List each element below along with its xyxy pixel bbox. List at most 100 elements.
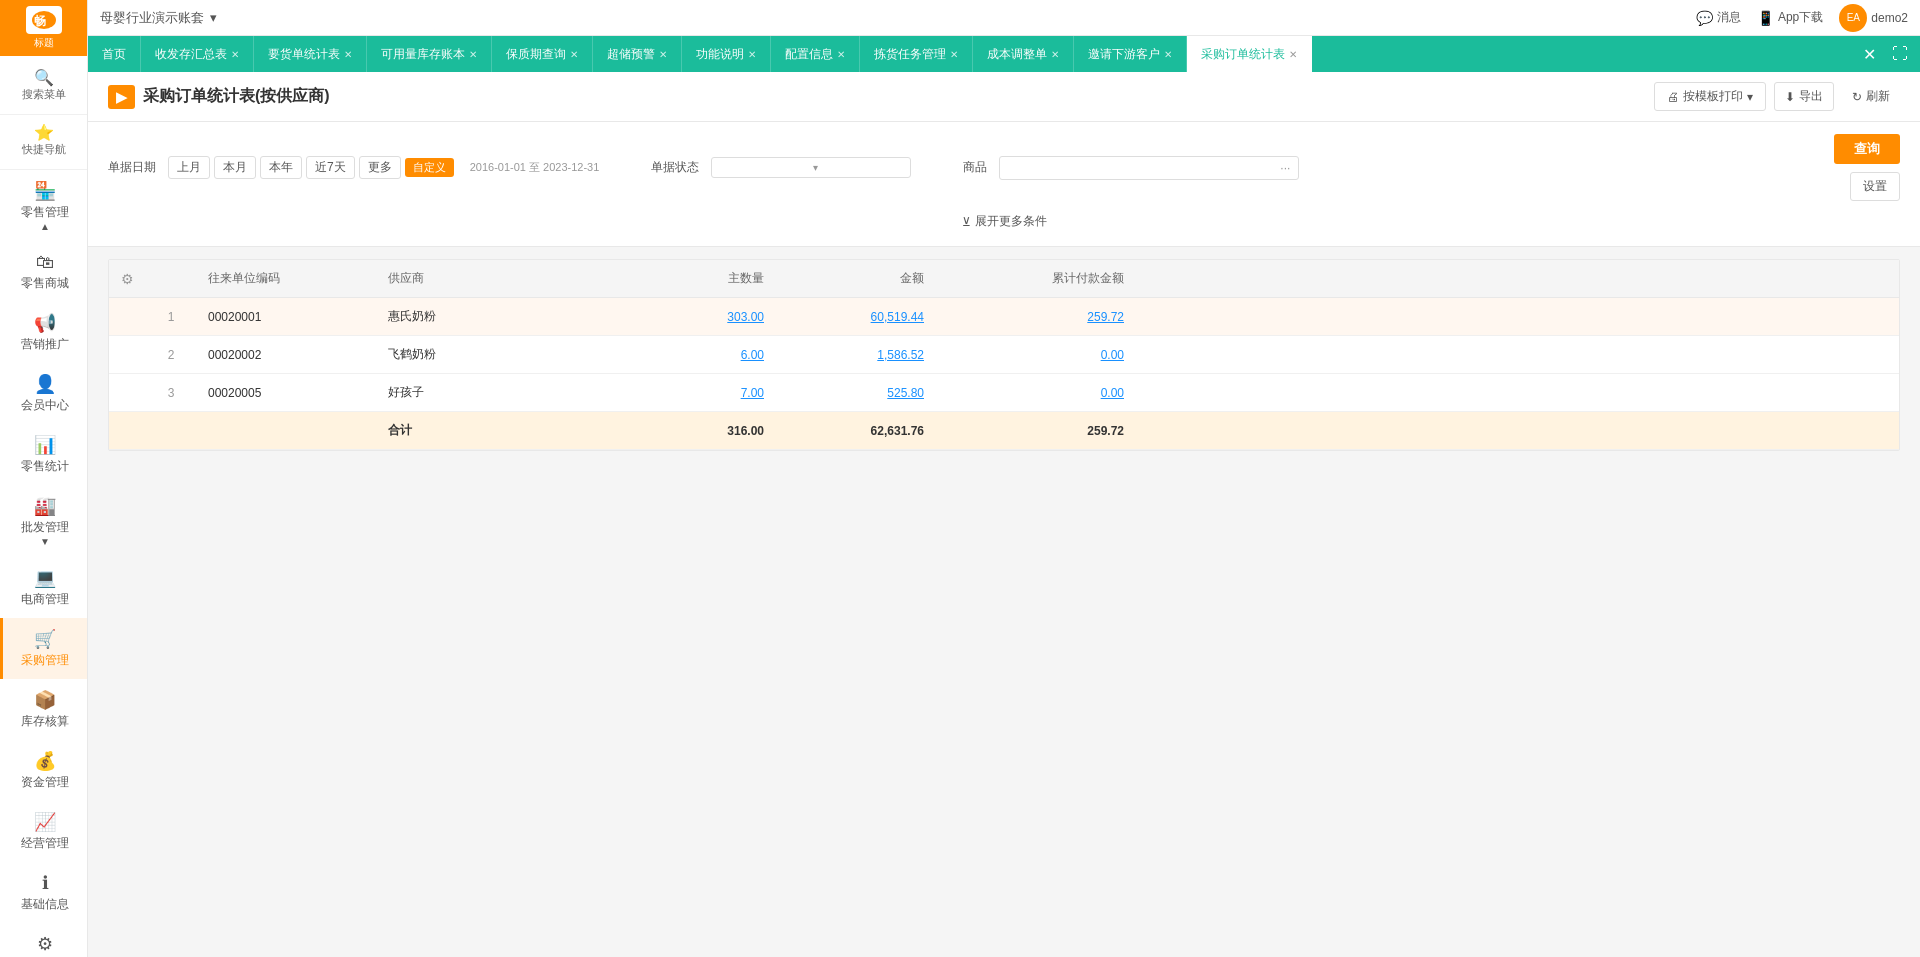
cell-amount[interactable]: 1,586.52: [776, 336, 936, 374]
tab-close-icon[interactable]: ✕: [1164, 49, 1172, 60]
shortcut-this-year[interactable]: 本年: [260, 156, 302, 179]
sidebar-item-wholesale[interactable]: 🏭 批发管理 ▼: [0, 485, 87, 557]
tab-purchase-order-stats[interactable]: 采购订单统计表 ✕: [1187, 36, 1312, 72]
shortcut-this-month[interactable]: 本月: [214, 156, 256, 179]
tab-collect-pay[interactable]: 收发存汇总表 ✕: [141, 36, 254, 72]
tab-function-desc[interactable]: 功能说明 ✕: [682, 36, 771, 72]
tab-inventory-book[interactable]: 可用量库存账本 ✕: [367, 36, 492, 72]
tab-close-icon[interactable]: ✕: [837, 49, 845, 60]
tab-close-icon[interactable]: ✕: [748, 49, 756, 60]
app-download-button[interactable]: 📱 App下载: [1757, 9, 1823, 26]
sidebar-item-label: 零售商城: [21, 275, 69, 292]
cell-gear: [109, 298, 146, 336]
cell-paid[interactable]: 0.00: [936, 374, 1136, 412]
topbar-dropdown-icon[interactable]: ▾: [210, 10, 217, 25]
tab-purchase-stats[interactable]: 要货单统计表 ✕: [254, 36, 367, 72]
col-supplier-name: 供应商: [376, 260, 616, 298]
user-menu-button[interactable]: EA demo2: [1839, 4, 1908, 32]
tab-home[interactable]: 首页: [88, 36, 141, 72]
sidebar-item-label: 批发管理: [21, 519, 69, 536]
search-menu-button[interactable]: 🔍 搜索菜单: [6, 64, 81, 106]
goods-filter-label: 商品: [963, 159, 987, 176]
sidebar-item-inventory[interactable]: 📦 库存核算: [0, 679, 87, 740]
tab-close-icon[interactable]: ✕: [570, 49, 578, 60]
tab-close-icon[interactable]: ✕: [659, 49, 667, 60]
goods-input-more-icon[interactable]: ···: [1280, 161, 1290, 175]
export-button[interactable]: ⬇ 导出: [1774, 82, 1834, 111]
sidebar-nav: 🏪 零售管理 ▲ 🛍 零售商城 📢 营销推广 👤 会员中心 📊 零售统计 🏭 批…: [0, 170, 87, 957]
message-button[interactable]: 💬 消息: [1696, 9, 1741, 26]
topbar-left: 母婴行业演示账套 ▾: [100, 9, 1696, 27]
tab-invite-downstream[interactable]: 邀请下游客户 ✕: [1074, 36, 1187, 72]
page-header: ▶ 采购订单统计表(按供应商) 🖨 按模板打印 ▾ ⬇ 导出 ↻ 刷新: [88, 72, 1920, 122]
sidebar-item-marketing[interactable]: 📢 营销推广: [0, 302, 87, 363]
refresh-button[interactable]: ↻ 刷新: [1842, 83, 1900, 110]
column-settings-icon[interactable]: ⚙: [121, 271, 134, 287]
shortcut-more[interactable]: 更多: [359, 156, 401, 179]
tab-close-icon[interactable]: ✕: [1289, 49, 1297, 60]
tab-config-info[interactable]: 配置信息 ✕: [771, 36, 860, 72]
tab-close-icon[interactable]: ✕: [950, 49, 958, 60]
status-select[interactable]: ▾: [711, 157, 911, 178]
cell-qty[interactable]: 7.00: [616, 374, 776, 412]
custom-date-badge[interactable]: 自定义: [405, 158, 454, 177]
tab-close-icon[interactable]: ✕: [231, 49, 239, 60]
tab-pick-task[interactable]: 拣货任务管理 ✕: [860, 36, 973, 72]
sidebar-item-system[interactable]: ⚙ 系统管理: [0, 923, 87, 957]
footer-cell: [146, 412, 196, 450]
export-label: 导出: [1799, 88, 1823, 105]
sidebar-item-purchase[interactable]: 🛒 采购管理: [0, 618, 87, 679]
sidebar-item-member[interactable]: 👤 会员中心: [0, 363, 87, 424]
shortcut-7days[interactable]: 近7天: [306, 156, 355, 179]
tab-overstock[interactable]: 超储预警 ✕: [593, 36, 682, 72]
cell-index: 3: [146, 374, 196, 412]
cell-amount[interactable]: 525.80: [776, 374, 936, 412]
cell-supplier-name: 惠氏奶粉: [376, 298, 616, 336]
sidebar-item-basic[interactable]: ℹ 基础信息: [0, 862, 87, 923]
tab-close-icon[interactable]: ✕: [469, 49, 477, 60]
tab-label: 采购订单统计表: [1201, 46, 1285, 63]
shortcut-nav-button[interactable]: ⭐ 快捷导航: [6, 119, 81, 161]
table-area: ⚙ 往来单位编码 供应商 主数量 金额 累计付款金额 1: [108, 259, 1900, 451]
print-button[interactable]: 🖨 按模板打印 ▾: [1654, 82, 1766, 111]
tab-label: 邀请下游客户: [1088, 46, 1160, 63]
sidebar-item-retail-stats[interactable]: 📊 零售统计: [0, 424, 87, 485]
cell-supplier-name: 好孩子: [376, 374, 616, 412]
tab-cost-adjust[interactable]: 成本调整单 ✕: [973, 36, 1074, 72]
ecommerce-icon: 💻: [34, 567, 56, 589]
goods-input[interactable]: ···: [999, 156, 1299, 180]
tab-close-icon[interactable]: ✕: [1051, 49, 1059, 60]
tab-expiry-query[interactable]: 保质期查询 ✕: [492, 36, 593, 72]
cell-qty[interactable]: 303.00: [616, 298, 776, 336]
shortcut-last-month[interactable]: 上月: [168, 156, 210, 179]
sidebar-item-retail-shop[interactable]: 🛍 零售商城: [0, 242, 87, 302]
footer-qty: 316.00: [616, 412, 776, 450]
footer-label: 合计: [376, 412, 616, 450]
cell-index: 2: [146, 336, 196, 374]
basic-icon: ℹ: [42, 872, 49, 894]
collapse-filter-button[interactable]: ▶: [108, 85, 135, 109]
close-all-tabs-button[interactable]: ✕: [1859, 43, 1880, 66]
sidebar-item-finance[interactable]: 💰 资金管理: [0, 740, 87, 801]
sidebar-item-ecommerce[interactable]: 💻 电商管理: [0, 557, 87, 618]
sidebar-item-label: 采购管理: [21, 652, 69, 669]
sidebar-item-operation[interactable]: 📈 经营管理: [0, 801, 87, 862]
cell-amount[interactable]: 60,519.44: [776, 298, 936, 336]
sidebar-item-retail[interactable]: 🏪 零售管理 ▲: [0, 170, 87, 242]
avatar: EA: [1839, 4, 1867, 32]
expand-more-button[interactable]: ⊻ 展开更多条件: [954, 209, 1055, 234]
tab-label: 配置信息: [785, 46, 833, 63]
tab-close-icon[interactable]: ✕: [344, 49, 352, 60]
query-button[interactable]: 查询: [1834, 134, 1900, 164]
settings-button[interactable]: 设置: [1850, 172, 1900, 201]
cell-paid[interactable]: 259.72: [936, 298, 1136, 336]
svg-text:畅: 畅: [34, 14, 46, 28]
cell-paid[interactable]: 0.00: [936, 336, 1136, 374]
expand-tabs-button[interactable]: ⛶: [1888, 43, 1912, 65]
cell-gear: [109, 336, 146, 374]
tab-label: 拣货任务管理: [874, 46, 946, 63]
cell-supplier-code: 00020005: [196, 374, 376, 412]
cell-qty[interactable]: 6.00: [616, 336, 776, 374]
inventory-icon: 📦: [34, 689, 56, 711]
goods-input-field[interactable]: [1010, 161, 1288, 175]
